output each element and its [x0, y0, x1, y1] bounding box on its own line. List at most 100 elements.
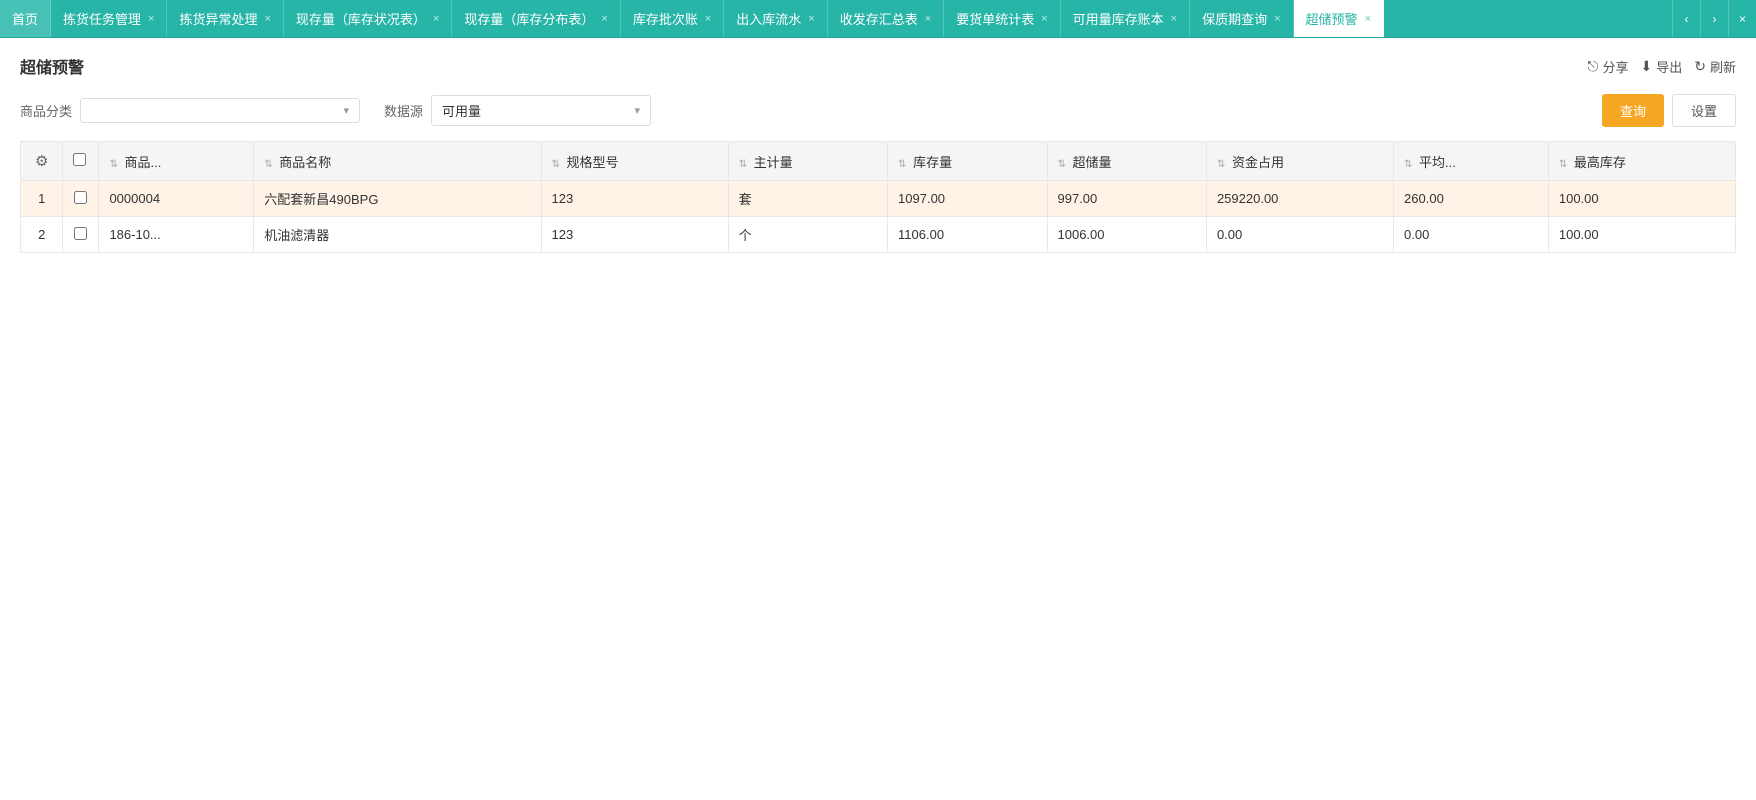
td-stock: 1106.00 [888, 217, 1047, 253]
td-name: 机油滤清器 [254, 217, 541, 253]
data-table: ⚙ ⇅ 商品... ⇅ 商品名称 ⇅ 规格型号 ⇅ [20, 141, 1736, 253]
page-container: 超储预警 ⎋ 分享 ⬇ 导出 ↻ 刷新 商品分类 ▾ 数据源 [0, 38, 1756, 269]
th-name[interactable]: ⇅ 商品名称 [254, 142, 541, 181]
th-max-stock[interactable]: ⇅ 最高库存 [1548, 142, 1735, 181]
nav-item-label: 超储预警 [1306, 9, 1358, 28]
td-spec: 123 [541, 181, 728, 217]
th-code[interactable]: ⇅ 商品... [99, 142, 254, 181]
nav-item-label: 首页 [12, 9, 38, 28]
th-spec[interactable]: ⇅ 规格型号 [541, 142, 728, 181]
th-checkbox[interactable] [63, 142, 99, 181]
nav-item-task[interactable]: 拣货任务管理 × [51, 0, 167, 38]
close-icon[interactable]: × [433, 13, 439, 25]
td-code: 0000004 [99, 181, 254, 217]
nav-item-expiry[interactable]: 保质期查询 × [1190, 0, 1293, 38]
th-settings[interactable]: ⚙ [21, 142, 63, 181]
gear-icon[interactable]: ⚙ [31, 150, 52, 172]
nav-item-demand[interactable]: 要货单统计表 × [944, 0, 1060, 38]
datasource-filter: 数据源 可用量 ▾ [384, 95, 651, 126]
nav-item-summary[interactable]: 收发存汇总表 × [828, 0, 944, 38]
close-icon[interactable]: × [1171, 13, 1177, 25]
nav-item-label: 要货单统计表 [956, 9, 1034, 28]
refresh-label: 刷新 [1710, 57, 1736, 76]
nav-item-batch[interactable]: 库存批次账 × [621, 0, 724, 38]
share-button[interactable]: ⎋ 分享 [1587, 57, 1628, 76]
settings-button[interactable]: 设置 [1672, 94, 1736, 127]
nav-next-button[interactable]: › [1700, 0, 1728, 38]
nav-arrows: ‹ › × [1672, 0, 1756, 38]
share-label: 分享 [1602, 57, 1628, 76]
nav-item-stock-dist[interactable]: 现存量（库存分布表） × [452, 0, 620, 38]
td-unit: 套 [728, 181, 887, 217]
th-capital-label: 资金占用 [1232, 155, 1284, 170]
th-capital[interactable]: ⇅ 资金占用 [1206, 142, 1393, 181]
td-index: 1 [21, 181, 63, 217]
close-icon[interactable]: × [925, 13, 931, 25]
td-max-stock: 100.00 [1548, 181, 1735, 217]
close-icon[interactable]: × [1365, 13, 1371, 25]
nav-item-flow[interactable]: 出入库流水 × [724, 0, 827, 38]
close-icon[interactable]: × [1274, 13, 1280, 25]
sort-icon: ⇅ [1404, 159, 1412, 170]
export-label: 导出 [1656, 57, 1682, 76]
nav-item-label: 库存批次账 [633, 9, 698, 28]
td-checkbox[interactable] [63, 217, 99, 253]
th-avg-label: 平均... [1419, 155, 1456, 170]
th-unit[interactable]: ⇅ 主计量 [728, 142, 887, 181]
nav-item-overstock[interactable]: 超储预警 × [1294, 0, 1384, 38]
refresh-button[interactable]: ↻ 刷新 [1694, 57, 1736, 76]
nav-item-available[interactable]: 可用量库存账本 × [1061, 0, 1190, 38]
close-icon[interactable]: × [601, 13, 607, 25]
th-name-label: 商品名称 [279, 155, 331, 170]
td-spec: 123 [541, 217, 728, 253]
export-icon: ⬇ [1641, 58, 1653, 75]
chevron-down-icon: ▾ [343, 104, 349, 117]
nav-item-label: 收发存汇总表 [840, 9, 918, 28]
th-spec-label: 规格型号 [567, 155, 619, 170]
export-button[interactable]: ⬇ 导出 [1641, 57, 1683, 76]
close-icon[interactable]: × [148, 13, 154, 25]
sort-icon: ⇅ [1058, 159, 1066, 170]
th-stock[interactable]: ⇅ 库存量 [888, 142, 1047, 181]
table-row[interactable]: 2 186-10... 机油滤清器 123 个 1106.00 1006.00 … [21, 217, 1736, 253]
td-overstock: 997.00 [1047, 181, 1206, 217]
td-capital: 0.00 [1206, 217, 1393, 253]
datasource-label: 数据源 [384, 101, 423, 120]
category-filter: 商品分类 ▾ [20, 98, 360, 123]
table-body: 1 0000004 六配套新昌490BPG 123 套 1097.00 997.… [21, 181, 1736, 253]
td-avg: 260.00 [1394, 181, 1549, 217]
row-checkbox[interactable] [74, 227, 87, 240]
nav-item-exception[interactable]: 拣货异常处理 × [167, 0, 283, 38]
chevron-down-icon: ▾ [635, 104, 641, 117]
td-code: 186-10... [99, 217, 254, 253]
page-title: 超储预警 [20, 54, 84, 78]
sort-icon: ⇅ [1217, 159, 1225, 170]
row-checkbox[interactable] [74, 191, 87, 204]
sort-icon: ⇅ [552, 159, 560, 170]
close-icon[interactable]: × [1041, 13, 1047, 25]
td-checkbox[interactable] [63, 181, 99, 217]
close-icon[interactable]: × [808, 13, 814, 25]
th-overstock[interactable]: ⇅ 超储量 [1047, 142, 1206, 181]
datasource-select-value: 可用量 [442, 101, 481, 120]
nav-item-stock-status[interactable]: 现存量（库存状况表） × [284, 0, 452, 38]
td-overstock: 1006.00 [1047, 217, 1206, 253]
nav-item-home[interactable]: 首页 [0, 0, 51, 38]
close-icon[interactable]: × [705, 13, 711, 25]
th-avg[interactable]: ⇅ 平均... [1394, 142, 1549, 181]
table-row[interactable]: 1 0000004 六配套新昌490BPG 123 套 1097.00 997.… [21, 181, 1736, 217]
close-icon[interactable]: × [264, 13, 270, 25]
td-name: 六配套新昌490BPG [254, 181, 541, 217]
category-select[interactable]: ▾ [80, 98, 360, 123]
td-stock: 1097.00 [888, 181, 1047, 217]
nav-prev-button[interactable]: ‹ [1672, 0, 1700, 38]
datasource-select[interactable]: 可用量 ▾ [431, 95, 651, 126]
page-header: 超储预警 ⎋ 分享 ⬇ 导出 ↻ 刷新 [20, 54, 1736, 78]
nav-close-button[interactable]: × [1728, 0, 1756, 38]
filter-row: 商品分类 ▾ 数据源 可用量 ▾ 查询 设置 [20, 94, 1736, 127]
sort-icon: ⇅ [898, 159, 906, 170]
nav-item-label: 可用量库存账本 [1073, 9, 1164, 28]
select-all-checkbox[interactable] [73, 153, 86, 166]
query-button[interactable]: 查询 [1602, 94, 1664, 127]
td-avg: 0.00 [1394, 217, 1549, 253]
